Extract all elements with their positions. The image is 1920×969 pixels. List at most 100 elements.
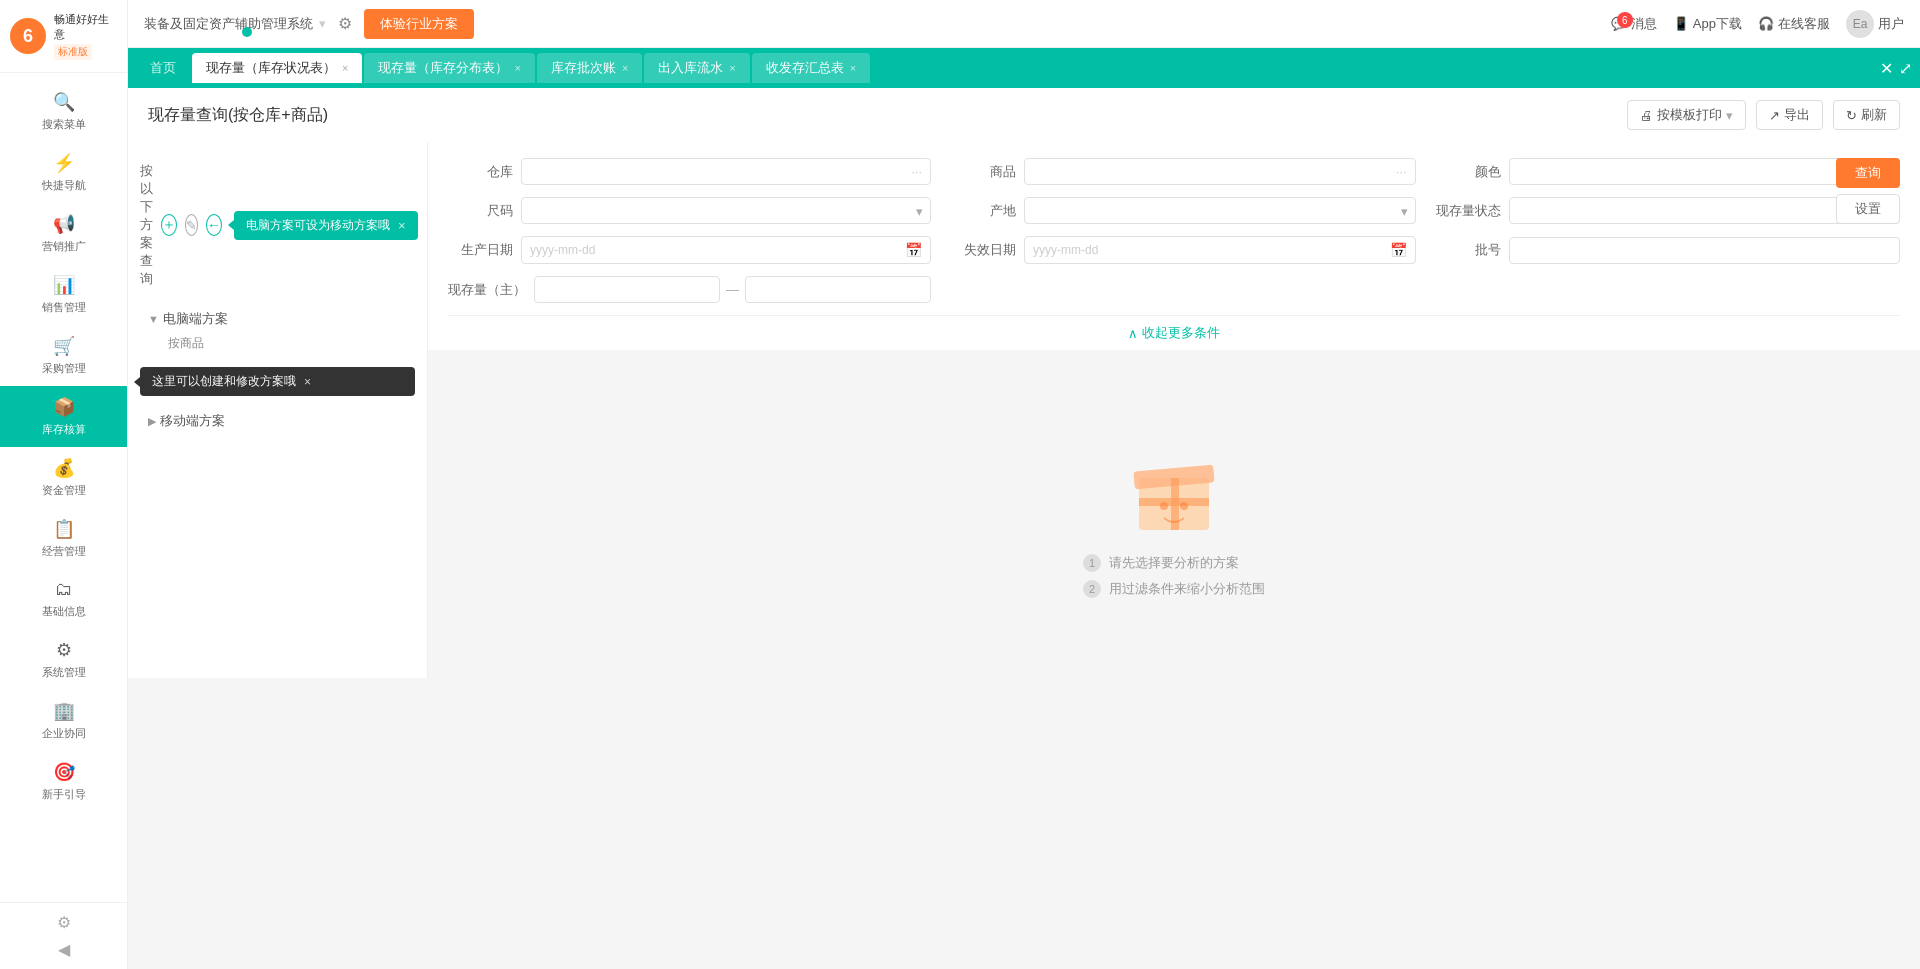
scheme-sub-item-goods[interactable]: 按商品 <box>160 332 415 355</box>
more-dots-icon: ··· <box>911 164 922 179</box>
sidebar-item-system[interactable]: ⚙ 系统管理 <box>0 629 127 690</box>
user-item[interactable]: Ea 用户 <box>1846 10 1904 38</box>
calendar-icon: 📅 <box>905 242 922 258</box>
tab-inventory-status-label: 现存量（库存状况表） <box>206 59 336 77</box>
sidebar-item-basic[interactable]: 🗂 基础信息 <box>0 569 127 629</box>
tab-home-label: 首页 <box>150 59 176 77</box>
sidebar-item-guide[interactable]: 🎯 新手引导 <box>0 751 127 812</box>
filter-edit-button[interactable]: ✎ <box>185 214 198 236</box>
tab-collection[interactable]: 收发存汇总表 × <box>752 53 870 83</box>
close-icon[interactable]: × <box>342 62 348 74</box>
close-icon[interactable]: × <box>850 62 856 74</box>
logo-area: 6 畅通好好生意 标准版 <box>0 0 127 73</box>
system-name: 装备及固定资产辅助管理系统 <box>144 15 313 33</box>
tooltip-close-icon[interactable]: × <box>398 218 406 233</box>
collapse-bar[interactable]: ∧ 收起更多条件 <box>448 315 1900 350</box>
batch-input[interactable] <box>1509 237 1901 264</box>
warehouse-label: 仓库 <box>448 163 513 181</box>
warehouse-input[interactable]: ··· <box>521 158 931 185</box>
sidebar-footer: ⚙ ◀ <box>0 902 127 969</box>
close-icon[interactable]: × <box>622 62 628 74</box>
filter-row-size: 尺码 <box>448 197 931 224</box>
svg-point-5 <box>1180 502 1188 510</box>
logo-text: 畅通好好生意 <box>54 12 117 42</box>
sidebar-item-finance[interactable]: 💰 资金管理 <box>0 447 127 508</box>
tab-batch[interactable]: 库存批次账 × <box>537 53 642 83</box>
origin-select[interactable] <box>1024 197 1416 224</box>
sidebar-item-operation[interactable]: 📋 经营管理 <box>0 508 127 569</box>
sidebar-item-label: 系统管理 <box>42 665 86 680</box>
filter-add-button[interactable]: ＋ <box>161 214 177 236</box>
sales-icon: 📊 <box>53 274 75 296</box>
filter-back-button[interactable]: ← <box>206 214 222 236</box>
search-icon: 🔍 <box>53 91 75 113</box>
filter-row-warehouse: 仓库 ··· <box>448 158 931 185</box>
enterprise-icon: 🏢 <box>53 700 75 722</box>
stock-main-to[interactable] <box>745 276 931 303</box>
query-button[interactable]: 查询 <box>1836 158 1900 188</box>
origin-select-wrap[interactable] <box>1024 197 1416 224</box>
purchase-icon: 🛒 <box>53 335 75 357</box>
tooltip-dark-close-icon[interactable]: × <box>304 375 311 389</box>
tabbar-actions: ✕ ⤢ <box>1880 59 1912 78</box>
trial-button[interactable]: 体验行业方案 <box>364 9 474 39</box>
sidebar-item-sales[interactable]: 📊 销售管理 <box>0 264 127 325</box>
sidebar-item-quicknav[interactable]: ⚡ 快捷导航 <box>0 142 127 203</box>
tab-inventory-status[interactable]: 现存量（库存状况表） × <box>192 53 362 83</box>
app-download-item[interactable]: 📱 App下载 <box>1673 15 1742 33</box>
size-select[interactable] <box>521 197 931 224</box>
logo-badge: 标准版 <box>54 44 92 60</box>
user-label: 用户 <box>1878 15 1904 33</box>
tab-inventory-dist-label: 现存量（库存分布表） <box>378 59 508 77</box>
sidebar-footer-settings[interactable]: ⚙ <box>57 913 71 932</box>
guide-icon: 🎯 <box>53 761 75 783</box>
gear-icon[interactable]: ⚙ <box>338 14 352 33</box>
online-support-label: 在线客服 <box>1778 15 1830 33</box>
filter-row-stock-main: 现存量（主） — <box>448 276 931 303</box>
refresh-button[interactable]: ↻ 刷新 <box>1833 100 1900 130</box>
size-label: 尺码 <box>448 202 513 220</box>
sidebar-item-enterprise[interactable]: 🏢 企业协同 <box>0 690 127 751</box>
scheme-tree-desktop[interactable]: ▼ 电脑端方案 <box>140 306 415 332</box>
empty-step1: 1 请先选择要分析的方案 <box>1083 554 1265 572</box>
empty-step2-text: 用过滤条件来缩小分析范围 <box>1109 580 1265 598</box>
tab-home[interactable]: 首页 <box>136 53 190 83</box>
sidebar-item-label: 基础信息 <box>42 604 86 619</box>
close-icon[interactable]: × <box>729 62 735 74</box>
reset-button[interactable]: 设置 <box>1836 194 1900 224</box>
tab-inout[interactable]: 出入库流水 × <box>644 53 749 83</box>
close-icon[interactable]: × <box>514 62 520 74</box>
tab-inventory-dist[interactable]: 现存量（库存分布表） × <box>364 53 534 83</box>
online-support-item[interactable]: 🎧 在线客服 <box>1758 15 1830 33</box>
exp-date-placeholder: yyyy-mm-dd <box>1033 243 1098 257</box>
exp-date-input[interactable]: yyyy-mm-dd 📅 <box>1024 236 1416 264</box>
system-icon: ⚙ <box>56 639 72 661</box>
app-download-label: App下载 <box>1693 15 1742 33</box>
print-button[interactable]: 🖨 按模板打印 ▾ <box>1627 100 1746 130</box>
tab-close-all-icon[interactable]: ✕ <box>1880 59 1893 78</box>
sidebar-item-search[interactable]: 🔍 搜索菜单 <box>0 81 127 142</box>
sidebar-item-label: 企业协同 <box>42 726 86 741</box>
notifications-item[interactable]: 💬 6 消息 <box>1611 15 1657 33</box>
stock-main-range: — <box>534 276 931 303</box>
filter-fields: 仓库 ··· 商品 ··· <box>428 142 1920 350</box>
page-title: 现存量查询(按仓库+商品) <box>148 105 328 126</box>
sidebar-item-inventory[interactable]: 📦 库存核算 <box>0 386 127 447</box>
tab-maximize-icon[interactable]: ⤢ <box>1899 59 1912 78</box>
sidebar-item-purchase[interactable]: 🛒 采购管理 <box>0 325 127 386</box>
sidebar-item-marketing[interactable]: 📢 营销推广 <box>0 203 127 264</box>
scheme-tree-mobile-item[interactable]: ▶ 移动端方案 <box>140 408 415 434</box>
scheme-tree: ▼ 电脑端方案 按商品 <box>140 302 415 359</box>
sidebar-footer-collapse[interactable]: ◀ <box>58 940 70 959</box>
svg-rect-3 <box>1139 498 1209 506</box>
filter-row-color: 颜色 <box>1436 158 1901 185</box>
exp-date-label: 失效日期 <box>951 241 1016 259</box>
stock-main-from[interactable] <box>534 276 720 303</box>
export-button[interactable]: ↗ 导出 <box>1756 100 1823 130</box>
goods-label: 商品 <box>951 163 1016 181</box>
prod-date-input[interactable]: yyyy-mm-dd 📅 <box>521 236 931 264</box>
tabbar: 首页 现存量（库存状况表） × 现存量（库存分布表） × 库存批次账 × 出入库… <box>128 48 1920 88</box>
sidebar: 6 畅通好好生意 标准版 🔍 搜索菜单 ⚡ 快捷导航 📢 营销推广 📊 销售管理… <box>0 0 128 969</box>
size-select-wrap[interactable] <box>521 197 931 224</box>
goods-input[interactable]: ··· <box>1024 158 1416 185</box>
